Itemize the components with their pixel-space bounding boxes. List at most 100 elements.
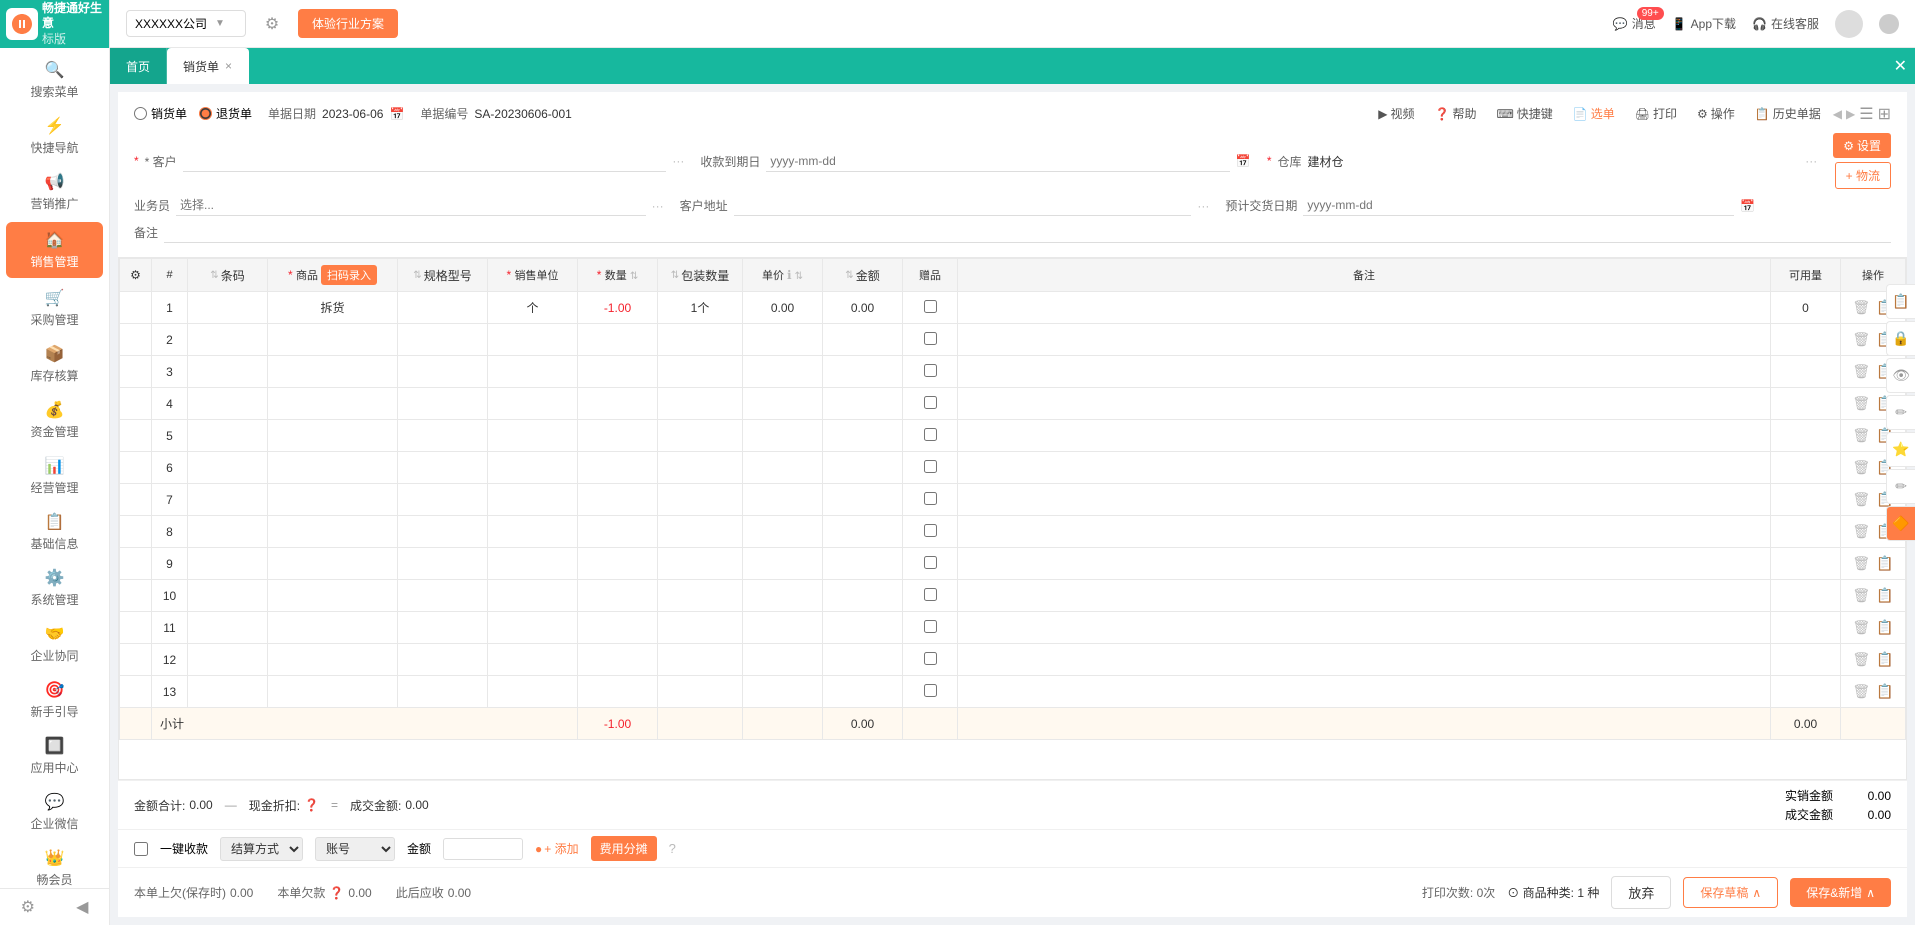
list-view-icon[interactable]: ☰ [1859,104,1873,124]
sidebar-item-quick-nav[interactable]: ⚡ 快捷导航 [0,108,109,164]
row-qty-cell[interactable]: -1.00 [578,292,658,324]
gift-checkbox[interactable] [924,332,937,345]
delete-row-icon[interactable]: 🗑 [1852,651,1870,668]
delete-row-icon[interactable]: 🗑 [1852,459,1870,476]
address-dots-icon[interactable]: ··· [1197,199,1209,213]
experience-button[interactable]: 体验行业方案 [298,9,398,38]
save-new-chevron-icon[interactable]: ∧ [1866,886,1875,900]
customer-dots-icon[interactable]: ··· [672,154,684,168]
history-button[interactable]: 📋 历史单据 [1747,102,1829,125]
help-icon-discount[interactable]: ❓ [304,798,319,812]
fee-help-icon[interactable]: ? [669,841,676,856]
sidebar-item-appstore[interactable]: 🔲 应用中心 [0,728,109,784]
save-draft-button[interactable]: 保存草稿 ∧ [1683,877,1778,908]
gift-checkbox[interactable] [924,684,937,697]
gift-checkbox[interactable] [924,364,937,377]
delete-row-icon[interactable]: 🗑 [1852,363,1870,380]
scan-button[interactable]: 扫码录入 [321,265,377,285]
delete-row-icon[interactable]: 🗑 [1852,331,1870,348]
gift-checkbox[interactable] [924,300,937,313]
payment-method-select[interactable]: 结算方式 [220,837,303,861]
help-button[interactable]: ❓ 帮助 [1427,102,1485,125]
print-button[interactable]: 🖨 打印 [1627,102,1685,125]
operation-button[interactable]: ⚙ 操作 [1689,102,1743,125]
price-info-icon[interactable]: ℹ [787,268,792,282]
col-gear-header[interactable]: ⚙ [120,259,152,292]
float-btn-2[interactable]: 🔒 [1886,321,1915,356]
fee-allocation-button[interactable]: 费用分摊 [591,836,657,861]
close-all-icon[interactable]: ✕ [1894,56,1907,76]
gift-checkbox[interactable] [924,396,937,409]
salesperson-input[interactable] [176,195,646,216]
copy-row-icon[interactable]: 📋 [1876,587,1893,604]
gift-checkbox[interactable] [924,652,937,665]
tab-close-icon[interactable]: × [225,59,232,73]
float-btn-1[interactable]: 📋 [1886,284,1915,319]
due-date-input[interactable] [766,151,1229,172]
online-support-button[interactable]: 🎧 在线客服 [1752,15,1819,32]
choose-order-button[interactable]: 📄 选单 [1565,102,1623,125]
copy-row-icon[interactable]: 📋 [1876,619,1893,636]
row-gift-cell[interactable] [903,292,958,324]
delete-row-icon[interactable]: 🗑 [1852,395,1870,412]
delete-row-icon[interactable]: 🗑 [1852,555,1870,572]
float-btn-4[interactable]: ✏ [1886,395,1915,430]
settings-gear-button[interactable]: ⚙ [258,10,286,38]
chevron-up-icon[interactable]: ∧ [1752,886,1761,900]
float-btn-7[interactable]: 🔶 [1886,506,1915,541]
grid-view-icon[interactable]: ⊞ [1878,104,1891,124]
row-price-cell[interactable]: 0.00 [743,292,823,324]
save-new-button[interactable]: 保存&新增 ∧ [1790,878,1891,907]
delete-row-icon[interactable]: 🗑 [1852,587,1870,604]
customer-address-input[interactable] [734,195,1192,216]
settings-button[interactable]: ⚙ 设置 [1833,133,1891,158]
gift-checkbox[interactable] [924,556,937,569]
sidebar-item-purchase[interactable]: 🛒 采购管理 [0,280,109,336]
delete-row-icon[interactable]: 🗑 [1852,523,1870,540]
logistics-button[interactable]: + 物流 [1835,162,1891,189]
delete-row-icon[interactable]: 🗑 [1852,683,1870,700]
due-date-calendar-icon[interactable]: 📅 [1236,154,1251,168]
shortcut-button[interactable]: ⌨ 快捷键 [1488,102,1560,125]
radio-return-input[interactable] [199,107,212,120]
delete-row-icon[interactable]: 🗑 [1852,427,1870,444]
customer-input[interactable] [183,151,667,172]
warehouse-dots-icon[interactable]: ··· [1805,154,1817,168]
sidebar-item-member[interactable]: 👑 畅会员 [0,840,109,888]
gift-checkbox[interactable] [924,524,937,537]
delivery-calendar-icon[interactable]: 📅 [1740,199,1755,213]
gift-checkbox[interactable] [924,492,937,505]
float-btn-3[interactable]: 👁 [1886,358,1915,393]
user-avatar-2[interactable] [1879,14,1899,34]
nav-next-icon[interactable]: ▶ [1846,107,1855,121]
add-payment-button[interactable]: ● + 添加 [535,840,579,857]
user-avatar[interactable] [1835,10,1863,38]
float-btn-5[interactable]: ⭐ [1886,432,1915,467]
row-amount-cell[interactable]: 0.00 [823,292,903,324]
gift-checkbox[interactable] [924,428,937,441]
message-button[interactable]: 💬 消息 99+ [1613,15,1656,32]
row-spec-cell[interactable] [398,292,488,324]
order-debt-help[interactable]: ❓ [329,886,344,900]
app-download-button[interactable]: 📱 App下载 [1672,15,1736,32]
delete-row-icon[interactable]: 🗑 [1852,491,1870,508]
sidebar-item-operations[interactable]: 📊 经营管理 [0,448,109,504]
calendar-icon[interactable]: 📅 [389,107,404,121]
row-pack-qty-cell[interactable]: 1个 [658,292,743,324]
delivery-date-input[interactable] [1303,195,1734,216]
tab-sales-order[interactable]: 销货单 × [167,48,249,84]
sidebar-item-guide[interactable]: 🎯 新手引导 [0,672,109,728]
sidebar-item-system[interactable]: ⚙️ 系统管理 [0,560,109,616]
discard-button[interactable]: 放弃 [1611,876,1671,909]
gift-checkbox[interactable] [924,620,937,633]
remarks-input[interactable] [164,222,1891,243]
sidebar-item-enterprise[interactable]: 🤝 企业协同 [0,616,109,672]
delete-row-icon[interactable]: 🗑 [1852,619,1870,636]
gift-checkbox[interactable] [924,588,937,601]
payment-amount-input[interactable] [443,838,523,860]
sidebar-item-sales[interactable]: 🏠 销售管理 [6,222,103,278]
row-barcode-cell[interactable] [188,292,268,324]
radio-sales-input[interactable] [134,107,147,120]
copy-row-icon[interactable]: 📋 [1876,555,1893,572]
radio-return-order[interactable]: 退货单 [199,105,252,122]
